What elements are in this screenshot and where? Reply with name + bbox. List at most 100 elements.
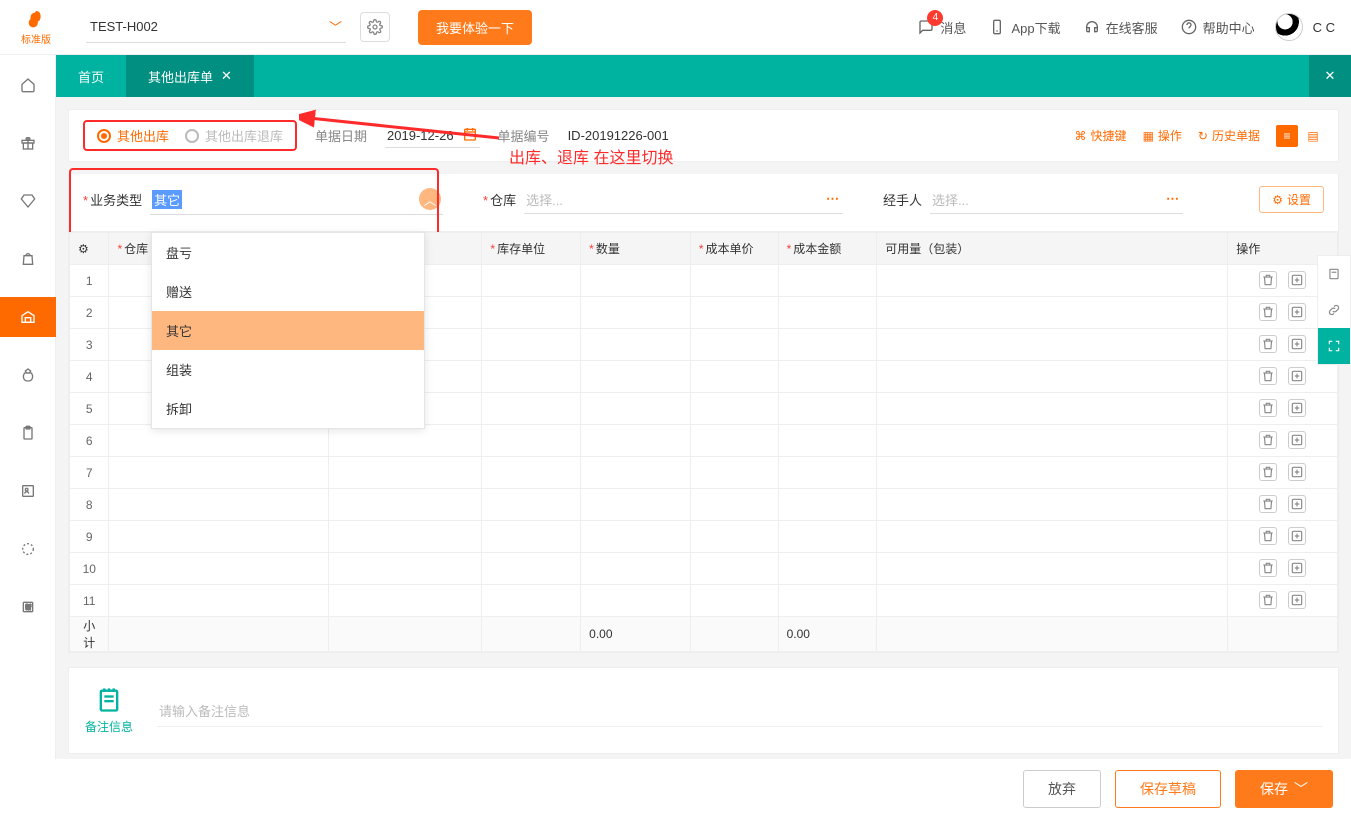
delete-row-icon[interactable]: [1259, 431, 1277, 449]
grid-wrap: 盘亏赠送其它组装拆卸 ⚙ *仓库 号 *库存单位 *数量 *成本单价 *成本金额: [68, 232, 1339, 653]
add-row-icon[interactable]: [1288, 591, 1306, 609]
dropdown-option[interactable]: 拆卸: [152, 389, 424, 428]
add-row-icon[interactable]: [1288, 335, 1306, 353]
add-row-icon[interactable]: [1288, 463, 1306, 481]
dropdown-option[interactable]: 盘亏: [152, 233, 424, 272]
calendar-icon: [462, 126, 478, 145]
nav-gift-icon[interactable]: [0, 123, 56, 163]
delete-row-icon[interactable]: [1259, 335, 1277, 353]
delete-row-icon[interactable]: [1259, 495, 1277, 513]
shortcut-link[interactable]: ⌘快捷键: [1075, 127, 1127, 144]
delete-row-icon[interactable]: [1259, 303, 1277, 321]
message-badge: 4: [927, 10, 943, 26]
help-link[interactable]: 帮助中心: [1180, 18, 1255, 37]
add-row-icon[interactable]: [1288, 303, 1306, 321]
discard-button[interactable]: 放弃: [1023, 770, 1101, 808]
close-all-tabs[interactable]: ✕: [1309, 55, 1351, 97]
add-row-icon[interactable]: [1288, 559, 1306, 577]
col-config[interactable]: ⚙: [70, 233, 109, 265]
add-row-icon[interactable]: [1288, 495, 1306, 513]
nav-new-icon[interactable]: 新: [0, 587, 56, 627]
delete-row-icon[interactable]: [1259, 463, 1277, 481]
try-button[interactable]: 我要体验一下: [418, 10, 532, 45]
table-row[interactable]: 11: [70, 585, 1338, 617]
delete-row-icon[interactable]: [1259, 367, 1277, 385]
business-type-dropdown: 盘亏赠送其它组装拆卸: [151, 232, 425, 429]
table-row[interactable]: 9: [70, 521, 1338, 553]
dock-note-icon[interactable]: [1318, 256, 1350, 292]
nav-home-icon[interactable]: [0, 65, 56, 105]
avatar: [1275, 13, 1303, 41]
delete-row-icon[interactable]: [1259, 399, 1277, 417]
close-tab-icon[interactable]: ✕: [221, 68, 232, 84]
view-list-icon[interactable]: ≡: [1276, 125, 1298, 147]
add-row-icon[interactable]: [1288, 431, 1306, 449]
add-row-icon[interactable]: [1288, 399, 1306, 417]
phone-icon: [988, 18, 1006, 36]
nav-money-bag-icon[interactable]: [0, 355, 56, 395]
col-unit: *库存单位: [482, 233, 581, 265]
table-row[interactable]: 7: [70, 457, 1338, 489]
nav-sync-icon[interactable]: [0, 529, 56, 569]
footer-actions: 放弃 保存草稿 保存﹀: [56, 754, 1351, 824]
nav-contact-icon[interactable]: [0, 471, 56, 511]
business-type-select[interactable]: 其它 ︿: [150, 184, 443, 215]
tab-other-out[interactable]: 其他出库单 ✕: [126, 55, 254, 97]
store-selector[interactable]: TEST-H002 ﹀: [86, 11, 346, 43]
gear-icon: ⚙: [78, 242, 89, 256]
dropdown-option[interactable]: 组装: [152, 350, 424, 389]
dropdown-option[interactable]: 其它: [152, 311, 424, 350]
radio-dot-icon: [97, 129, 111, 143]
dropdown-option[interactable]: 赠送: [152, 272, 424, 311]
col-avail: 可用量（包装）: [877, 233, 1228, 265]
messages-link[interactable]: 4 消息: [917, 18, 966, 37]
tab-bar: 首页 其他出库单 ✕ ✕: [56, 55, 1351, 97]
dock-expand-icon[interactable]: [1318, 328, 1350, 364]
view-toggle: ≡ ▤: [1276, 125, 1324, 147]
radio-other-return[interactable]: 其他出库退库: [185, 126, 283, 145]
save-button[interactable]: 保存﹀: [1235, 770, 1333, 808]
more-icon: ⋯: [1166, 191, 1181, 207]
app-download-link[interactable]: App下载: [988, 18, 1060, 37]
date-label: 单据日期: [315, 126, 367, 145]
header-actions: ⌘快捷键 ▦操作 ↻历史单据 ≡ ▤: [1075, 125, 1324, 147]
operation-link[interactable]: ▦操作: [1143, 127, 1182, 144]
nav-diamond-icon[interactable]: [0, 181, 56, 221]
nav-clipboard-icon[interactable]: [0, 413, 56, 453]
business-type-field: *业务类型 其它 ︿: [83, 184, 443, 215]
user-menu[interactable]: C C: [1275, 13, 1335, 41]
nav-bag-icon[interactable]: [0, 239, 56, 279]
gear-icon: ⚙: [1272, 193, 1283, 207]
table-row[interactable]: 8: [70, 489, 1338, 521]
handler-select[interactable]: 选择... ⋯: [930, 186, 1183, 214]
brand-logo: 标准版: [16, 9, 56, 46]
more-icon: ⋯: [826, 191, 841, 207]
form-row: *业务类型 其它 ︿ *仓库 选择... ⋯ 经手人 选择... ⋯: [68, 174, 1339, 232]
table-row[interactable]: 10: [70, 553, 1338, 585]
save-draft-button[interactable]: 保存草稿: [1115, 770, 1221, 808]
customer-service-link[interactable]: 在线客服: [1083, 18, 1158, 37]
warehouse-select[interactable]: 选择... ⋯: [524, 186, 843, 214]
view-grid-icon[interactable]: ▤: [1302, 125, 1324, 147]
table-row[interactable]: 6: [70, 425, 1338, 457]
remarks-input[interactable]: 请输入备注信息: [157, 695, 1322, 727]
delete-row-icon[interactable]: [1259, 559, 1277, 577]
delete-row-icon[interactable]: [1259, 591, 1277, 609]
radio-other-out[interactable]: 其他出库: [97, 126, 169, 145]
date-field[interactable]: 2019-12-26: [385, 124, 480, 148]
delete-row-icon[interactable]: [1259, 527, 1277, 545]
doc-no-label: 单据编号: [498, 126, 550, 145]
add-row-icon[interactable]: [1288, 527, 1306, 545]
chevron-down-icon: ﹀: [1294, 779, 1308, 799]
delete-row-icon[interactable]: [1259, 271, 1277, 289]
nav-warehouse-icon[interactable]: [0, 297, 56, 337]
add-row-icon[interactable]: [1288, 367, 1306, 385]
dock-link-icon[interactable]: [1318, 292, 1350, 328]
settings-button[interactable]: ⚙ 设置: [1259, 186, 1324, 213]
left-nav: 新: [0, 55, 56, 759]
settings-gear[interactable]: [360, 12, 390, 42]
history-link[interactable]: ↻历史单据: [1198, 127, 1260, 144]
add-row-icon[interactable]: [1288, 271, 1306, 289]
handler-field: 经手人 选择... ⋯: [883, 186, 1183, 214]
tab-home[interactable]: 首页: [56, 55, 126, 97]
